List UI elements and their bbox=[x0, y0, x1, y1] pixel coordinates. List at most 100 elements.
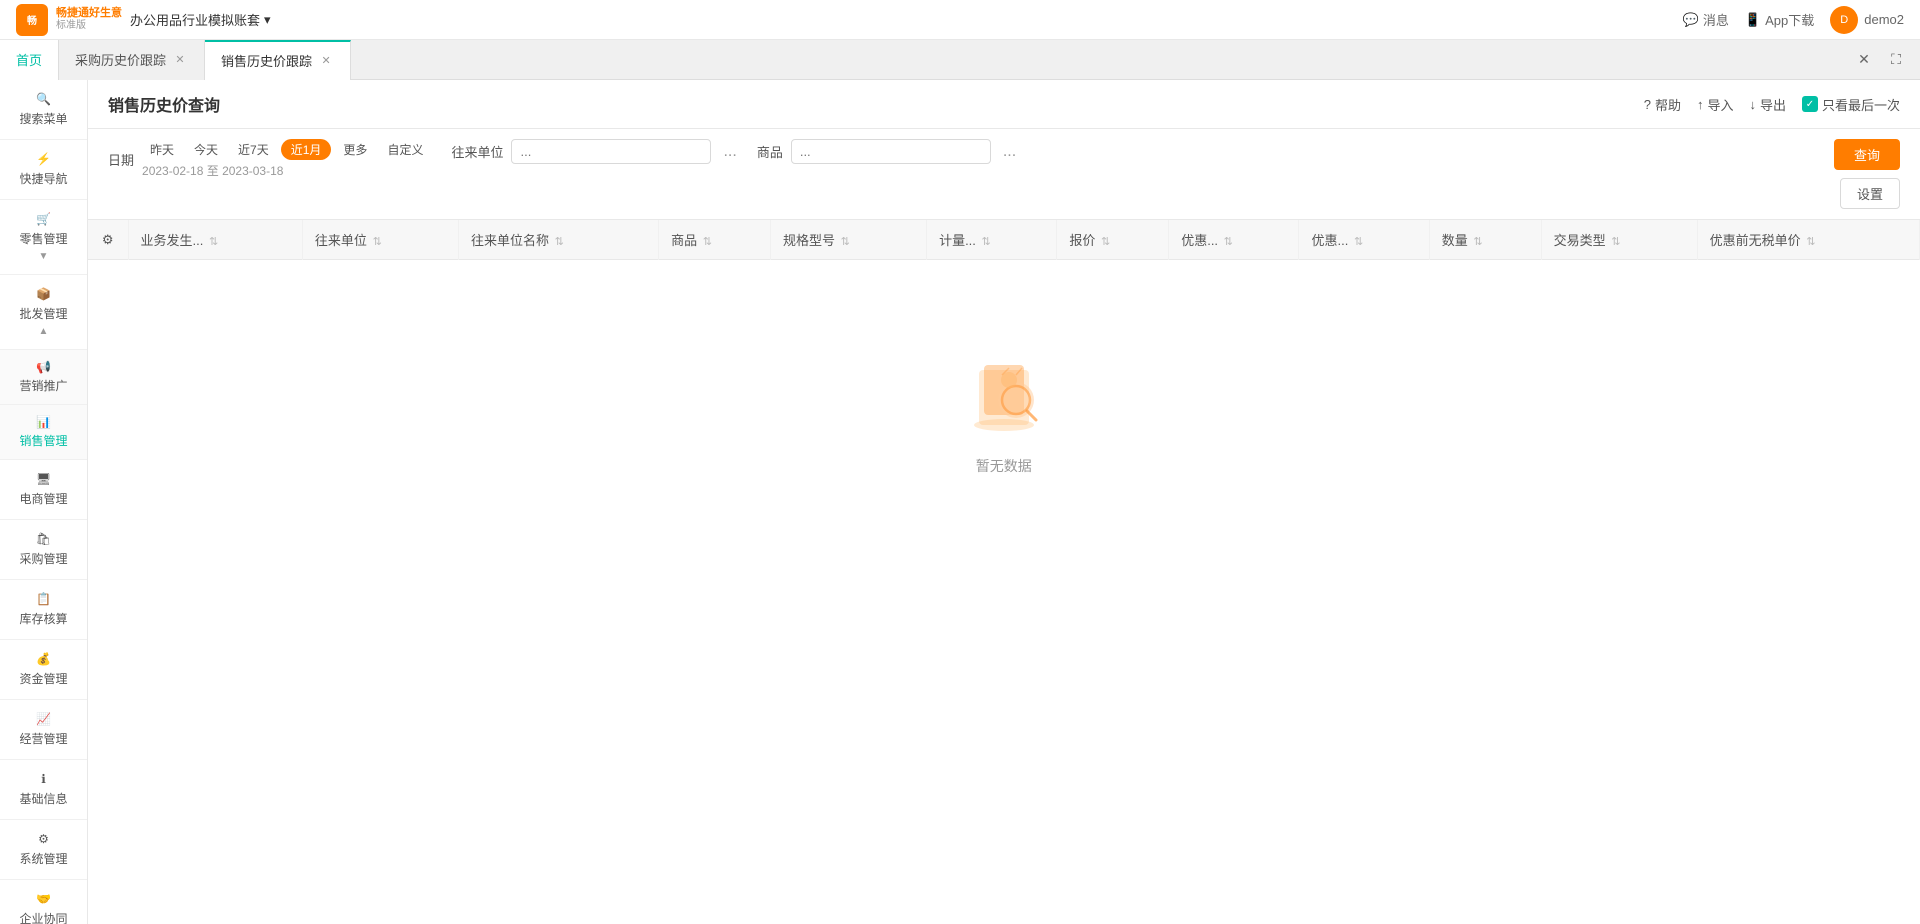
search-menu-icon: 🔍 bbox=[36, 92, 51, 106]
empty-text: 暂无数据 bbox=[976, 456, 1032, 476]
th-quote[interactable]: 报价 ⇅ bbox=[1057, 220, 1169, 260]
sort-icon-partner-name: ⇅ bbox=[555, 236, 564, 248]
tab-purchase-history[interactable]: 采购历史价跟踪 ✕ bbox=[59, 40, 205, 80]
sidebar-item-sales-mgmt[interactable]: 📊 销售管理 bbox=[0, 405, 87, 460]
th-quantity[interactable]: 数量 ⇅ bbox=[1429, 220, 1541, 260]
partner-filter-label: 往来单位 bbox=[451, 142, 503, 161]
sidebar-label-enterprise-coop: 企业协同 bbox=[19, 910, 67, 924]
sort-icon-discount2: ⇅ bbox=[1354, 236, 1363, 248]
app-download-btn[interactable]: 📱 App下载 bbox=[1745, 10, 1814, 29]
app-name: 畅捷通好生意 bbox=[56, 7, 122, 20]
page-header-actions: ? 帮助 ↑ 导入 ↓ 导出 ✓ 只看最后一次 bbox=[1644, 95, 1900, 114]
app-logo: 畅 bbox=[16, 4, 48, 36]
inventory-icon: 📋 bbox=[36, 592, 51, 606]
main-layout: 🔍 搜索菜单 ⚡ 快捷导航 🛒 零售管理 ▼ 📦 批发管理 ▲ 📢 营销推广 📊… bbox=[0, 80, 1920, 924]
sidebar-item-inventory[interactable]: 📋 库存核算 bbox=[0, 580, 87, 640]
system-mgmt-icon: ⚙ bbox=[38, 832, 49, 846]
data-table: ⚙ 业务发生... ⇅ 往来单位 ⇅ 往来单位名称 ⇅ bbox=[88, 220, 1920, 556]
empty-row: 暂无数据 bbox=[88, 260, 1920, 557]
date-btns: 昨天 今天 近7天 近1月 更多 自定义 bbox=[142, 139, 431, 160]
app-download-icon: 📱 bbox=[1745, 12, 1761, 28]
sidebar-item-retail-mgmt[interactable]: 🛒 零售管理 ▼ bbox=[0, 200, 87, 275]
retail-mgmt-icon: 🛒 bbox=[36, 212, 51, 226]
sidebar-label-inventory: 库存核算 bbox=[19, 610, 67, 627]
partner-input[interactable] bbox=[511, 139, 711, 164]
goods-dots-btn[interactable]: ... bbox=[1003, 143, 1016, 161]
sidebar-item-ecommerce-mgmt[interactable]: 🖥 电商管理 bbox=[0, 460, 87, 520]
sort-icon-partner-code: ⇅ bbox=[373, 236, 382, 248]
date-filter: 日期 昨天 今天 近7天 近1月 更多 自定义 2023-02-18 至 202… bbox=[108, 139, 431, 179]
message-btn[interactable]: 💬 消息 bbox=[1683, 10, 1729, 29]
th-goods[interactable]: 商品 ⇅ bbox=[659, 220, 771, 260]
user-name: demo2 bbox=[1864, 12, 1904, 27]
table-wrap: ⚙ 业务发生... ⇅ 往来单位 ⇅ 往来单位名称 ⇅ bbox=[88, 220, 1920, 924]
sidebar-item-system-mgmt[interactable]: ⚙ 系统管理 bbox=[0, 820, 87, 880]
sidebar-item-marketing[interactable]: 📢 营销推广 bbox=[0, 350, 87, 405]
date-filter-label: 日期 bbox=[108, 150, 134, 169]
tab-purchase-history-close[interactable]: ✕ bbox=[172, 52, 188, 68]
expand-btn[interactable]: ⛶ bbox=[1884, 48, 1908, 72]
sidebar-item-finance-mgmt[interactable]: 💰 资金管理 bbox=[0, 640, 87, 700]
table-body: 暂无数据 bbox=[88, 260, 1920, 557]
sidebar-label-purchase-mgmt: 采购管理 bbox=[19, 550, 67, 567]
page-header: 销售历史价查询 ? 帮助 ↑ 导入 ↓ 导出 ✓ 只看最后一次 bbox=[88, 80, 1920, 129]
date-btn-today[interactable]: 今天 bbox=[186, 139, 226, 160]
empty-state: 暂无数据 bbox=[88, 260, 1920, 556]
export-btn[interactable]: ↓ 导出 bbox=[1749, 95, 1786, 114]
export-icon: ↓ bbox=[1749, 97, 1756, 112]
purchase-mgmt-icon: 🛍 bbox=[36, 532, 51, 546]
th-spec[interactable]: 规格型号 ⇅ bbox=[771, 220, 927, 260]
sort-icon-trade-type: ⇅ bbox=[1611, 236, 1620, 248]
gear-icon: ⚙ bbox=[102, 232, 114, 247]
user-area[interactable]: D demo2 bbox=[1830, 6, 1904, 34]
partner-dots-btn[interactable]: ... bbox=[723, 143, 736, 161]
goods-input[interactable] bbox=[791, 139, 991, 164]
sidebar-label-quick-nav: 快捷导航 bbox=[19, 170, 67, 187]
industry-selector[interactable]: 办公用品行业模拟账套 ▾ bbox=[130, 10, 271, 29]
sidebar-item-operation-mgmt[interactable]: 📈 经营管理 bbox=[0, 700, 87, 760]
sidebar-item-search-menu[interactable]: 🔍 搜索菜单 bbox=[0, 80, 87, 140]
tab-home[interactable]: 首页 bbox=[0, 40, 59, 80]
top-bar-left: 畅 畅捷通好生意 标准版 办公用品行业模拟账套 ▾ bbox=[16, 4, 271, 36]
th-biz-date[interactable]: 业务发生... ⇅ bbox=[128, 220, 302, 260]
sidebar-label-system-mgmt: 系统管理 bbox=[19, 850, 67, 867]
sidebar-item-basic-info[interactable]: ℹ 基础信息 bbox=[0, 760, 87, 820]
sidebar-item-purchase-mgmt[interactable]: 🛍 采购管理 bbox=[0, 520, 87, 580]
help-btn[interactable]: ? 帮助 bbox=[1644, 95, 1681, 114]
filter-actions: 查询 设置 bbox=[1834, 139, 1900, 209]
empty-svg bbox=[954, 340, 1054, 440]
date-btn-last7days[interactable]: 近7天 bbox=[230, 139, 277, 160]
only-last-checkbox[interactable]: ✓ 只看最后一次 bbox=[1802, 95, 1900, 114]
date-btn-last1month[interactable]: 近1月 bbox=[281, 139, 332, 160]
date-btn-yesterday[interactable]: 昨天 bbox=[142, 139, 182, 160]
goods-filter: 商品 ... bbox=[757, 139, 1016, 164]
th-pretax-price[interactable]: 优惠前无税单价 ⇅ bbox=[1697, 220, 1919, 260]
th-discount1[interactable]: 优惠... ⇅ bbox=[1169, 220, 1299, 260]
sidebar-item-wholesale-mgmt[interactable]: 📦 批发管理 ▲ bbox=[0, 275, 87, 350]
wholesale-mgmt-arrow: ▲ bbox=[39, 326, 49, 337]
tab-bar-actions: ✕ ⛶ bbox=[1840, 48, 1920, 72]
th-gear[interactable]: ⚙ bbox=[88, 220, 128, 260]
tab-sales-history[interactable]: 销售历史价跟踪 ✕ bbox=[205, 40, 351, 80]
sidebar-item-quick-nav[interactable]: ⚡ 快捷导航 bbox=[0, 140, 87, 200]
top-bar: 畅 畅捷通好生意 标准版 办公用品行业模拟账套 ▾ 💬 消息 📱 App下载 D… bbox=[0, 0, 1920, 40]
sort-icon-quantity: ⇅ bbox=[1473, 236, 1482, 248]
th-unit[interactable]: 计量... ⇅ bbox=[927, 220, 1057, 260]
partner-filter: 往来单位 ... bbox=[451, 139, 736, 164]
page-title: 销售历史价查询 bbox=[108, 92, 220, 116]
query-button[interactable]: 查询 bbox=[1834, 139, 1900, 170]
tab-sales-history-close[interactable]: ✕ bbox=[318, 53, 334, 69]
date-btn-more[interactable]: 更多 bbox=[335, 139, 375, 160]
close-all-tabs-btn[interactable]: ✕ bbox=[1852, 48, 1876, 72]
date-btn-custom[interactable]: 自定义 bbox=[379, 139, 431, 160]
th-trade-type[interactable]: 交易类型 ⇅ bbox=[1541, 220, 1697, 260]
sidebar-item-enterprise-coop[interactable]: 🤝 企业协同 bbox=[0, 880, 87, 924]
th-partner-code[interactable]: 往来单位 ⇅ bbox=[302, 220, 458, 260]
setting-button[interactable]: 设置 bbox=[1840, 178, 1900, 209]
sidebar-label-basic-info: 基础信息 bbox=[19, 790, 67, 807]
th-partner-name[interactable]: 往来单位名称 ⇅ bbox=[458, 220, 658, 260]
ecommerce-mgmt-icon: 🖥 bbox=[36, 472, 51, 486]
th-discount2[interactable]: 优惠... ⇅ bbox=[1299, 220, 1429, 260]
basic-info-icon: ℹ bbox=[41, 772, 46, 786]
import-btn[interactable]: ↑ 导入 bbox=[1697, 95, 1734, 114]
